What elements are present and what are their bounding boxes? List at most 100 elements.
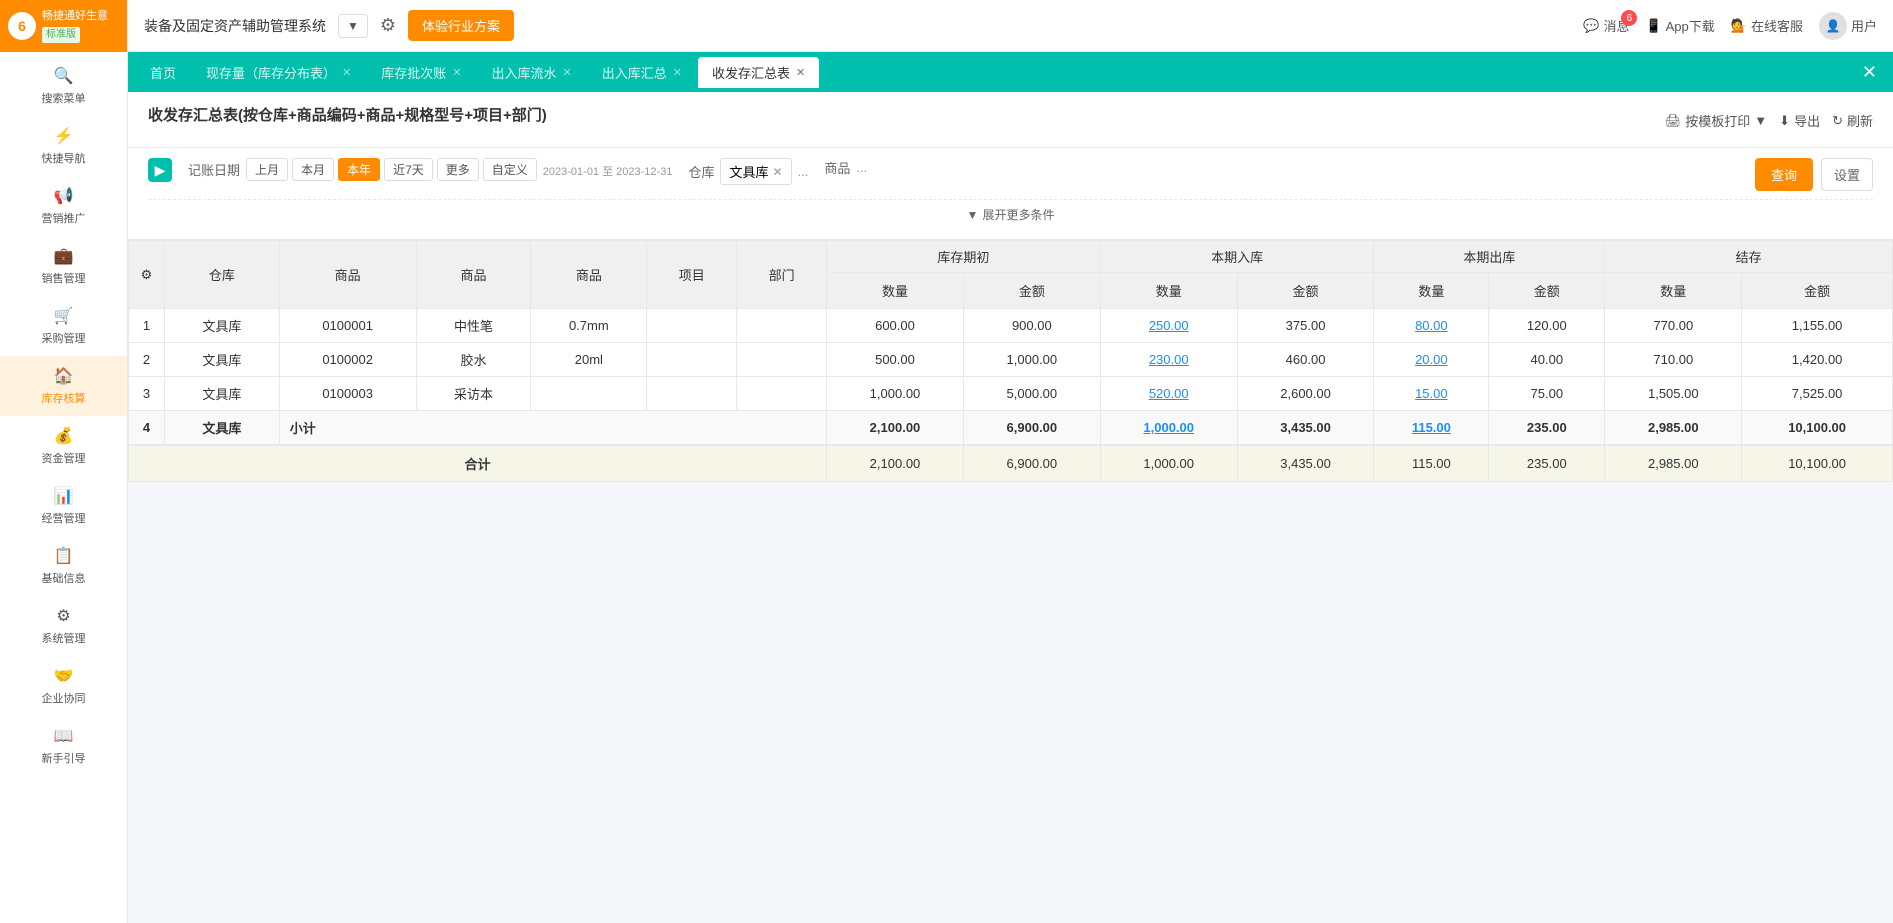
user-menu[interactable]: 👤 用户 [1819,12,1877,40]
date-range: 2023-01-01 至 2023-12-31 [543,163,673,179]
filter-collapse-button[interactable]: ▶ [148,158,172,182]
col-out-qty: 数量 [1374,273,1489,309]
date-btn-last-month[interactable]: 上月 [246,158,288,181]
sidebar-item-marketing[interactable]: 📢营销推广 [0,176,127,236]
col-balance-amount: 金额 [1742,273,1893,309]
tab-close-in-out-flow[interactable]: ✕ [563,66,572,79]
date-btn-more[interactable]: 更多 [437,158,479,181]
col-in-amount: 金额 [1237,273,1374,309]
product-more[interactable]: ... [856,160,867,175]
sidebar-item-quick[interactable]: ⚡快捷导航 [0,116,127,176]
product-filter: 商品 ... [824,158,867,177]
export-button[interactable]: ⬇ 导出 [1779,111,1820,130]
page-header: 收发存汇总表(按仓库+商品编码+商品+规格型号+项目+部门) 🖨 按模板打印 ▼… [128,92,1893,148]
warehouse-more[interactable]: ... [798,164,809,179]
sidebar: 6 畅捷通好生意 标准版 🔍搜索菜单⚡快捷导航📢营销推广💼销售管理🛒采购管理🏠库… [0,0,128,923]
col-group-in: 本期入库 [1100,241,1374,273]
sidebar-item-system[interactable]: ⚙系统管理 [0,596,127,656]
app-download-button[interactable]: 📱 App下载 [1645,16,1714,35]
col-product-code: 商品 [279,241,416,309]
warehouse-tag: 文具库 ✕ [720,158,791,185]
table-total-row: 合计 2,100.00 6,900.00 1,000.00 3,435.00 1… [129,445,1893,482]
query-button[interactable]: 查询 [1755,158,1813,191]
expand-conditions-button[interactable]: ▼ 展开更多条件 [148,199,1873,229]
topbar-left: 装备及固定资产辅助管理系统 ▼ ⚙ 体验行业方案 [144,10,514,41]
page-actions: 🖨 按模板打印 ▼ ⬇ 导出 ↻ 刷新 [1665,111,1873,130]
date-btn-this-month[interactable]: 本月 [292,158,334,181]
col-out-amount: 金额 [1489,273,1605,309]
date-btn-7days[interactable]: 近7天 [384,158,433,181]
data-table: ⚙ 仓库 商品 商品 商品 项目 部门 库存期初 本期入库 本期出库 结存 数量 [128,240,1893,482]
tab-inventory-dist[interactable]: 现存量（库存分布表）✕ [192,57,365,88]
total-opening-qty: 2,100.00 [827,445,964,482]
col-product-spec: 商品 [531,241,647,309]
system-dropdown[interactable]: ▼ [338,14,368,38]
print-button[interactable]: 🖨 按模板打印 ▼ [1665,111,1767,130]
col-project: 项目 [647,241,737,309]
tab-in-out-summary[interactable]: 出入库汇总✕ [588,57,696,88]
tab-recv-send-summary[interactable]: 收发存汇总表✕ [698,57,819,88]
warehouse-filter: 仓库 文具库 ✕ ... [688,158,808,185]
table-row: 2 文具库 0100002 胶水 20ml 500.00 1,000.00 23… [129,343,1893,377]
tab-close-recv-send-summary[interactable]: ✕ [796,66,805,79]
sidebar-item-guide[interactable]: 📖新手引导 [0,716,127,776]
tab-home[interactable]: 首页 [136,57,190,88]
page-title: 收发存汇总表(按仓库+商品编码+商品+规格型号+项目+部门) [148,104,547,125]
col-opening-amount: 金额 [963,273,1100,309]
trial-button[interactable]: 体验行业方案 [408,10,514,41]
page-content: 收发存汇总表(按仓库+商品编码+商品+规格型号+项目+部门) 🖨 按模板打印 ▼… [128,92,1893,923]
avatar: 👤 [1819,12,1847,40]
sidebar-item-enterprise[interactable]: 🤝企业协同 [0,656,127,716]
sidebar-item-basic[interactable]: 📋基础信息 [0,536,127,596]
col-group-out: 本期出库 [1374,241,1605,273]
data-table-container: ⚙ 仓库 商品 商品 商品 项目 部门 库存期初 本期入库 本期出库 结存 数量 [128,240,1893,482]
filter-area: ▶ 记账日期 上月 本月 本年 近7天 更多 自定义 2023-01-01 至 … [128,148,1893,240]
online-service-button[interactable]: 💁 在线客服 [1731,16,1803,35]
sidebar-item-purchase[interactable]: 🛒采购管理 [0,296,127,356]
table-row: 3 文具库 0100003 采访本 1,000.00 5,000.00 520.… [129,377,1893,411]
message-button[interactable]: 💬 消息 6 [1583,16,1629,35]
col-opening-qty: 数量 [827,273,964,309]
date-buttons: 上月 本月 本年 近7天 更多 自定义 [246,158,537,181]
total-in-amount: 3,435.00 [1237,445,1374,482]
settings-icon[interactable]: ⚙ [380,15,396,36]
sidebar-item-inventory[interactable]: 🏠库存核算 [0,356,127,416]
date-filter: 记账日期 上月 本月 本年 近7天 更多 自定义 2023-01-01 至 20… [188,158,672,181]
col-product-name: 商品 [416,241,531,309]
sidebar-nav: 🔍搜索菜单⚡快捷导航📢营销推广💼销售管理🛒采购管理🏠库存核算💰资金管理📊经营管理… [0,52,127,923]
date-btn-this-year[interactable]: 本年 [338,158,380,181]
table-settings-col[interactable]: ⚙ [129,241,165,309]
logo-text: 畅捷通好生意 标准版 [42,9,108,42]
sidebar-logo: 6 畅捷通好生意 标准版 [0,0,127,52]
col-warehouse: 仓库 [165,241,280,309]
topbar-right: 💬 消息 6 📱 App下载 💁 在线客服 👤 用户 [1583,12,1877,40]
tab-close-inventory-dist[interactable]: ✕ [342,66,351,79]
col-department: 部门 [737,241,827,309]
tabbar: 首页现存量（库存分布表）✕库存批次账✕出入库流水✕出入库汇总✕收发存汇总表✕✕ [128,52,1893,92]
tab-in-out-flow[interactable]: 出入库流水✕ [477,57,585,88]
warehouse-tag-close[interactable]: ✕ [772,165,782,179]
main-content: 装备及固定资产辅助管理系统 ▼ ⚙ 体验行业方案 💬 消息 6 📱 App下载 … [128,0,1893,923]
sidebar-item-capital[interactable]: 💰资金管理 [0,416,127,476]
date-btn-custom[interactable]: 自定义 [483,158,537,181]
close-all-tabs-button[interactable]: ✕ [1854,62,1885,83]
tab-batch[interactable]: 库存批次账✕ [367,57,475,88]
logo-icon: 6 [8,12,36,40]
total-balance-amount: 10,100.00 [1742,445,1893,482]
sidebar-item-search[interactable]: 🔍搜索菜单 [0,56,127,116]
tab-close-in-out-summary[interactable]: ✕ [673,66,682,79]
sidebar-item-sales[interactable]: 💼销售管理 [0,236,127,296]
total-balance-qty: 2,985.00 [1605,445,1742,482]
col-group-balance: 结存 [1605,241,1893,273]
topbar: 装备及固定资产辅助管理系统 ▼ ⚙ 体验行业方案 💬 消息 6 📱 App下载 … [128,0,1893,52]
table-subtotal-row: 4 文具库 小计 2,100.00 6,900.00 1,000.00 3,43… [129,411,1893,446]
refresh-button[interactable]: ↻ 刷新 [1832,111,1873,130]
filter-settings-button[interactable]: 设置 [1821,158,1873,191]
total-label: 合计 [129,445,827,482]
col-in-qty: 数量 [1100,273,1237,309]
sidebar-item-operations[interactable]: 📊经营管理 [0,476,127,536]
total-out-amount: 235.00 [1489,445,1605,482]
tab-close-batch[interactable]: ✕ [452,66,461,79]
table-row: 1 文具库 0100001 中性笔 0.7mm 600.00 900.00 25… [129,309,1893,343]
total-out-qty: 115.00 [1374,445,1489,482]
